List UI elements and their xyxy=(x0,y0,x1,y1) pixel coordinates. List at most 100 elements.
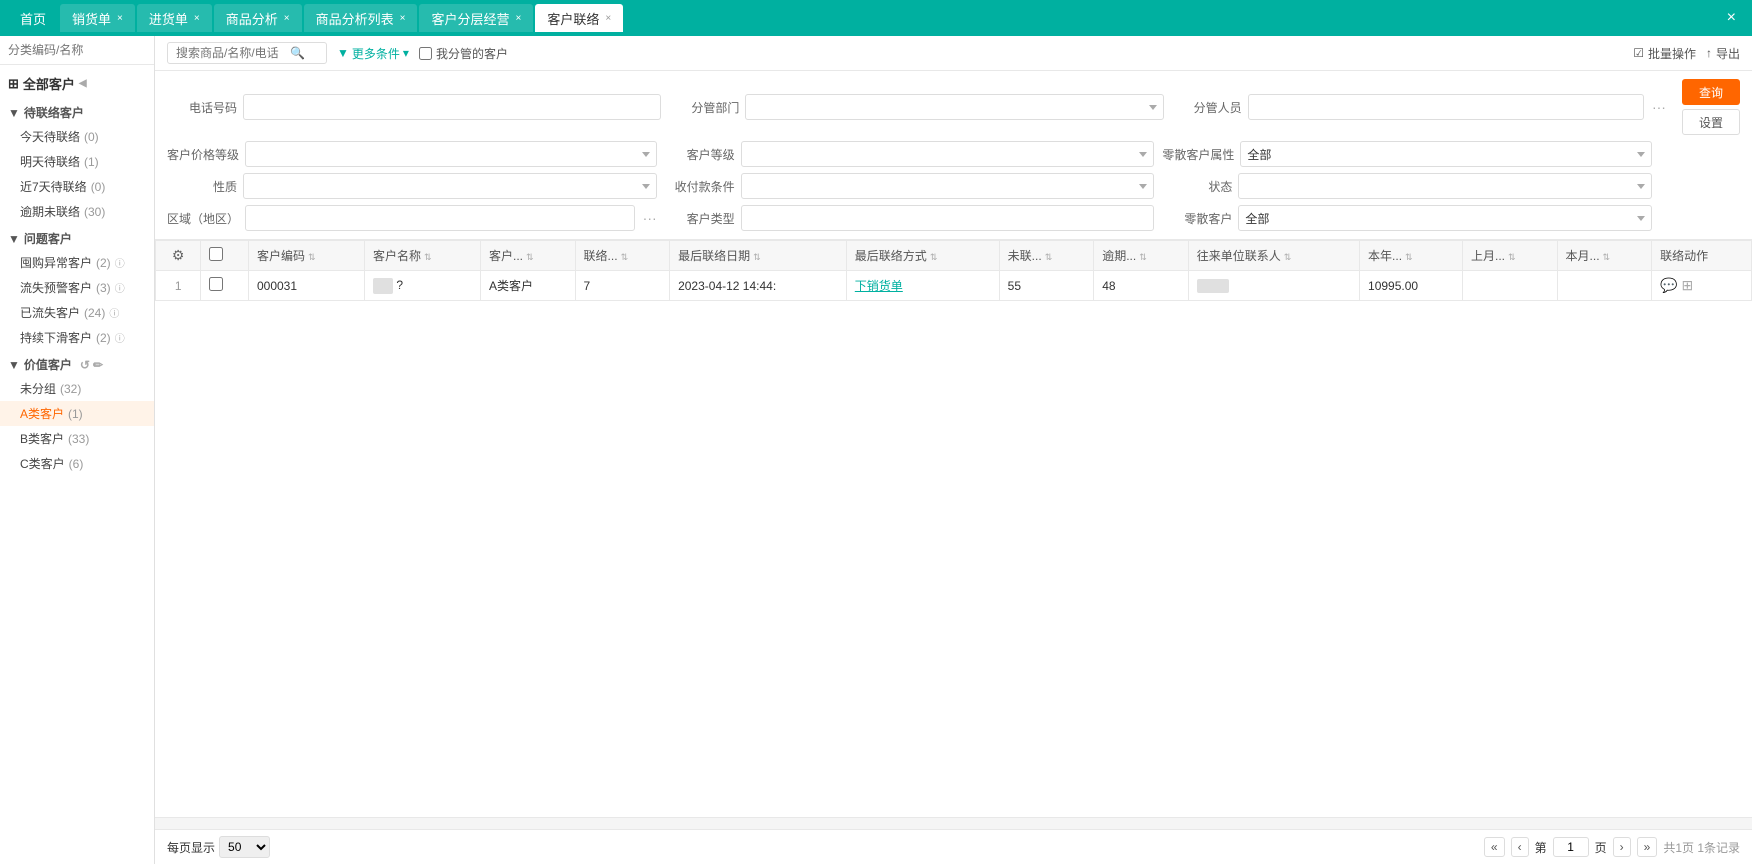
person-input[interactable] xyxy=(1248,94,1644,120)
sidebar-item-churned[interactable]: 已流失客户 (24) ⓘ xyxy=(0,300,154,325)
abnormal-info-icon[interactable]: ⓘ xyxy=(115,255,125,270)
tab-home[interactable]: 首页 xyxy=(8,4,58,32)
edit-icon[interactable]: ✏ xyxy=(93,358,103,372)
filter-search-icon[interactable]: 🔍 xyxy=(290,46,305,60)
section-pending-contact[interactable]: ▼ 待联络客户 xyxy=(0,98,154,124)
sidebar-item-7days-pending[interactable]: 近7天待联络 (0) xyxy=(0,174,154,199)
phone-input[interactable] xyxy=(243,94,661,120)
close-sales-icon[interactable]: × xyxy=(117,13,123,24)
th-last-contact-date[interactable]: 最后联络日期⇅ xyxy=(670,241,847,271)
bulk-op-btn[interactable]: ☑ 批量操作 xyxy=(1633,45,1696,62)
close-customer-tier-icon[interactable]: × xyxy=(515,13,521,24)
nature-select[interactable] xyxy=(243,173,657,199)
close-goods-analysis-icon[interactable]: × xyxy=(284,13,290,24)
row-last-month xyxy=(1463,271,1558,301)
more-filters-btn[interactable]: ▼ 更多条件 ▾ xyxy=(337,45,409,62)
settings-button[interactable]: 设置 xyxy=(1682,109,1740,135)
filter-search-input[interactable] xyxy=(176,46,286,60)
th-overdue[interactable]: 逾期...⇅ xyxy=(1094,241,1189,271)
export-btn[interactable]: ↑ 导出 xyxy=(1706,45,1740,62)
th-gear[interactable]: ⚙ xyxy=(156,241,201,271)
price-level-select[interactable] xyxy=(245,141,657,167)
sidebar-item-tomorrow-pending[interactable]: 明天待联络 (1) xyxy=(0,149,154,174)
customer-type-input[interactable] xyxy=(741,205,1155,231)
page-number-input[interactable] xyxy=(1553,837,1589,857)
person-dots[interactable]: ··· xyxy=(1652,99,1666,115)
row-checkbox-cell[interactable] xyxy=(201,271,249,301)
filter-row-2: 客户价格等级 客户等级 零散客户属性 全部 xyxy=(167,141,1740,167)
horizontal-scrollbar[interactable] xyxy=(155,817,1752,829)
th-this-year[interactable]: 本年...⇅ xyxy=(1360,241,1463,271)
th-customer-type[interactable]: 客户...⇅ xyxy=(481,241,576,271)
contact-method-link[interactable]: 下销货单 xyxy=(855,279,903,293)
status-select[interactable] xyxy=(1238,173,1652,199)
next-page-btn[interactable]: › xyxy=(1613,837,1631,857)
sidebar-item-ungrouped[interactable]: 未分组 (32) xyxy=(0,376,154,401)
sidebar-search-input[interactable] xyxy=(8,43,163,57)
grid-action-icon[interactable]: ⊞ xyxy=(1682,277,1694,294)
filter-search-box[interactable]: 🔍 xyxy=(167,42,327,64)
th-customer-code[interactable]: 客户编码⇅ xyxy=(248,241,364,271)
last-page-btn[interactable]: » xyxy=(1637,837,1658,857)
tab-customer-contact[interactable]: 客户联络 × xyxy=(535,4,623,32)
sidebar-item-class-a[interactable]: A类客户 (1) xyxy=(0,401,154,426)
section-problem-customers[interactable]: ▼ 问题客户 xyxy=(0,224,154,250)
my-customers-checkbox[interactable]: 我分管的客户 xyxy=(419,45,508,62)
tab-purchase[interactable]: 进货单 × xyxy=(137,4,212,32)
refresh-icon[interactable]: ↺ xyxy=(80,358,90,372)
th-contact-count[interactable]: 联络...⇅ xyxy=(575,241,670,271)
first-page-btn[interactable]: « xyxy=(1484,837,1505,857)
chat-action-icon[interactable]: 💬 xyxy=(1660,277,1677,294)
payment-select[interactable] xyxy=(741,173,1155,199)
close-purchase-icon[interactable]: × xyxy=(194,13,200,24)
sidebar-item-churn-warning[interactable]: 流失预警客户 (3) ⓘ xyxy=(0,275,154,300)
tab-sales[interactable]: 销货单 × xyxy=(60,4,135,32)
churn-warning-info-icon[interactable]: ⓘ xyxy=(115,280,125,295)
section-value-customers[interactable]: ▼ 价值客户 ↺ ✏ xyxy=(0,350,154,376)
row-checkbox[interactable] xyxy=(209,277,223,291)
sidebar-item-overdue-contact[interactable]: 逾期未联络 (30) xyxy=(0,199,154,224)
my-customers-check[interactable] xyxy=(419,47,432,60)
data-table: ⚙ 客户编码⇅ 客户名称⇅ 客户...⇅ 联络...⇅ 最后联络日期⇅ 最后联络… xyxy=(155,240,1752,301)
close-customer-contact-icon[interactable]: × xyxy=(605,13,611,24)
query-button[interactable]: 查询 xyxy=(1682,79,1740,105)
churned-info-icon[interactable]: ⓘ xyxy=(109,305,119,320)
row-this-year: 10995.00 xyxy=(1360,271,1463,301)
select-all-checkbox[interactable] xyxy=(209,247,223,261)
th-last-contact-method[interactable]: 最后联络方式⇅ xyxy=(846,241,999,271)
th-this-month-label: 本月... xyxy=(1566,249,1600,263)
row-index: 1 xyxy=(156,271,201,301)
sidebar-item-declining[interactable]: 持续下滑客户 (2) ⓘ xyxy=(0,325,154,350)
th-checkbox[interactable] xyxy=(201,241,249,271)
th-customer-name[interactable]: 客户名称⇅ xyxy=(365,241,481,271)
sidebar-item-abnormal[interactable]: 囤购异常客户 (2) ⓘ xyxy=(0,250,154,275)
prev-page-btn[interactable]: ‹ xyxy=(1511,837,1529,857)
sidebar-search-bar[interactable]: 🔍 xyxy=(0,36,154,65)
th-contact-person[interactable]: 往来单位联系人⇅ xyxy=(1188,241,1359,271)
retail-customer-select[interactable]: 全部 xyxy=(1238,205,1652,231)
tab-goods-list[interactable]: 商品分析列表 × xyxy=(304,4,418,32)
nav-close-all[interactable]: × xyxy=(1719,9,1744,27)
region-input[interactable] xyxy=(245,205,635,231)
class-b-count: (33) xyxy=(68,432,89,446)
tab-customer-tier[interactable]: 客户分层经营 × xyxy=(419,4,533,32)
page-size-selector[interactable]: 每页显示 50 100 200 xyxy=(167,836,270,858)
close-goods-list-icon[interactable]: × xyxy=(400,13,406,24)
region-dots[interactable]: ··· xyxy=(643,210,657,226)
row-last-contact-method[interactable]: 下销货单 xyxy=(846,271,999,301)
sidebar-item-class-c[interactable]: C类客户 (6) xyxy=(0,451,154,476)
advanced-filter: 电话号码 分管部门 分管人员 ··· 查询 设置 xyxy=(155,71,1752,240)
th-uncontacted[interactable]: 未联...⇅ xyxy=(999,241,1094,271)
retail-attr-select[interactable]: 全部 xyxy=(1240,141,1652,167)
th-this-month[interactable]: 本月...⇅ xyxy=(1557,241,1652,271)
sidebar-item-today-pending[interactable]: 今天待联络 (0) xyxy=(0,124,154,149)
sidebar-all-customers[interactable]: ⊞ 全部客户 ◀ xyxy=(0,69,154,98)
sort-contact-icon: ⇅ xyxy=(621,252,629,262)
tab-goods-analysis[interactable]: 商品分析 × xyxy=(214,4,302,32)
sidebar-item-class-b[interactable]: B类客户 (33) xyxy=(0,426,154,451)
declining-info-icon[interactable]: ⓘ xyxy=(115,330,125,345)
page-size-select[interactable]: 50 100 200 xyxy=(219,836,270,858)
dept-select[interactable] xyxy=(745,94,1163,120)
customer-level-select[interactable] xyxy=(741,141,1155,167)
th-last-month[interactable]: 上月...⇅ xyxy=(1463,241,1558,271)
